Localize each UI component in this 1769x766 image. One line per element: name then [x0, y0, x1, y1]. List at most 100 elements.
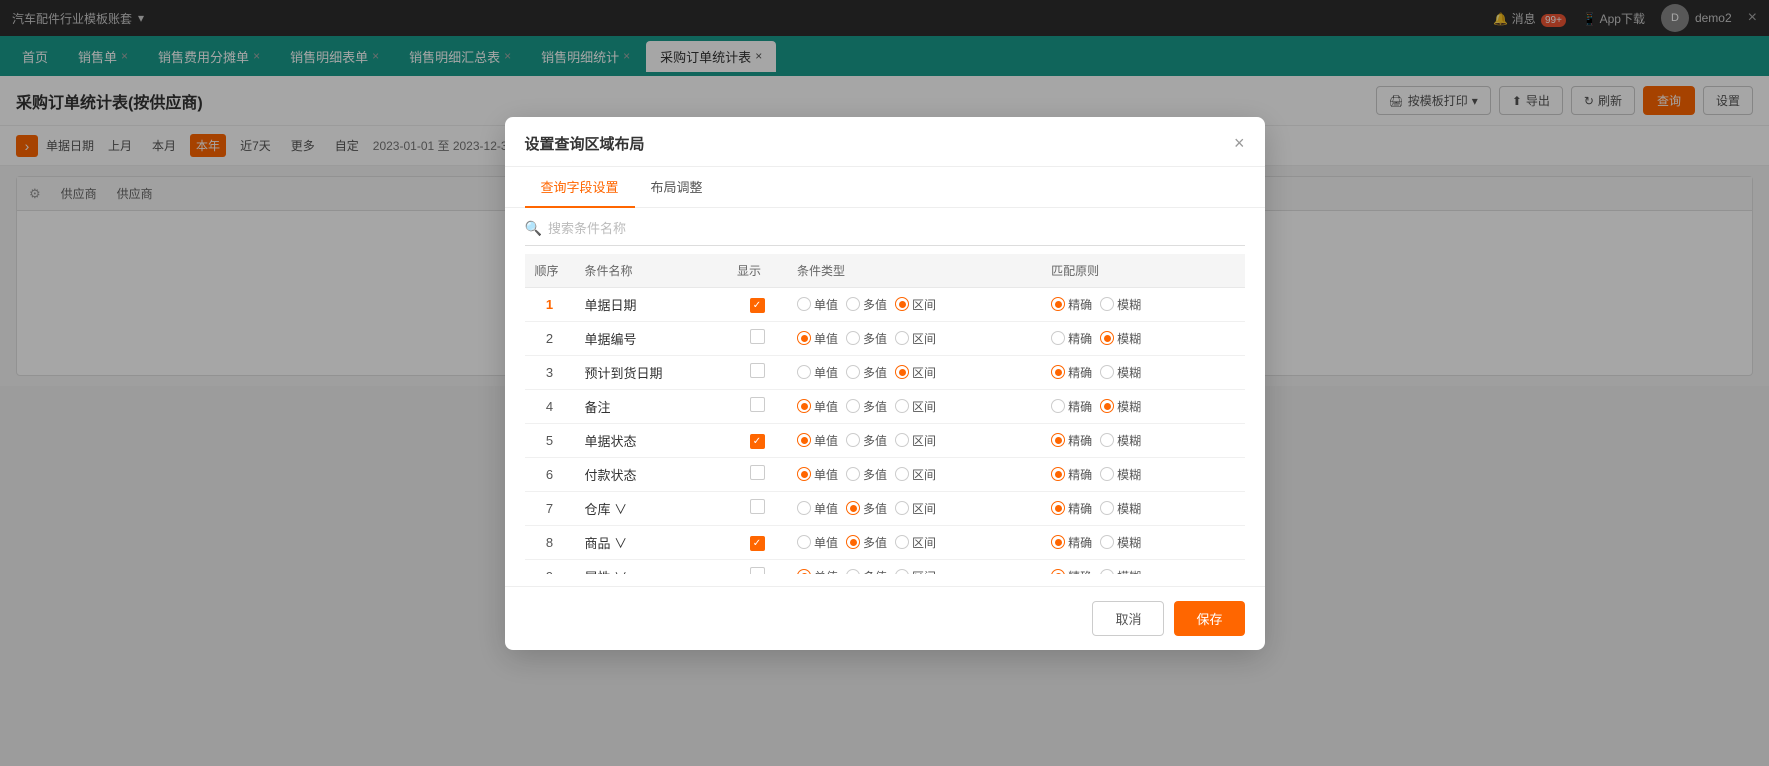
- radio-circle-match-精确-4[interactable]: [1051, 433, 1065, 447]
- radio-type-多值-8[interactable]: 多值: [846, 568, 887, 574]
- radio-circle-type-单值-1[interactable]: [797, 331, 811, 345]
- radio-circle-match-精确-0[interactable]: [1051, 297, 1065, 311]
- radio-circle-type-区间-5[interactable]: [895, 467, 909, 481]
- radio-type-区间-5[interactable]: 区间: [895, 466, 936, 483]
- radio-circle-type-多值-4[interactable]: [846, 433, 860, 447]
- radio-type-单值-2[interactable]: 单值: [797, 364, 838, 381]
- radio-circle-match-精确-5[interactable]: [1051, 467, 1065, 481]
- radio-match-精确-2[interactable]: 精确: [1051, 364, 1092, 381]
- radio-circle-match-模糊-3[interactable]: [1100, 399, 1114, 413]
- dialog-tab-query[interactable]: 查询字段设置: [525, 167, 635, 208]
- radio-match-精确-0[interactable]: 精确: [1051, 296, 1092, 313]
- radio-circle-type-区间-8[interactable]: [895, 569, 909, 574]
- dialog-tab-layout[interactable]: 布局调整: [635, 167, 719, 208]
- radio-match-模糊-1[interactable]: 模糊: [1100, 330, 1141, 347]
- radio-circle-match-精确-6[interactable]: [1051, 501, 1065, 515]
- radio-circle-type-区间-7[interactable]: [895, 535, 909, 549]
- radio-circle-type-区间-6[interactable]: [895, 501, 909, 515]
- radio-match-精确-6[interactable]: 精确: [1051, 500, 1092, 517]
- radio-circle-match-精确-1[interactable]: [1051, 331, 1065, 345]
- radio-circle-type-单值-6[interactable]: [797, 501, 811, 515]
- search-input[interactable]: [548, 221, 748, 236]
- radio-match-模糊-4[interactable]: 模糊: [1100, 432, 1141, 449]
- radio-type-区间-1[interactable]: 区间: [895, 330, 936, 347]
- display-checkbox-4[interactable]: [750, 434, 765, 449]
- radio-circle-type-多值-7[interactable]: [846, 535, 860, 549]
- radio-circle-type-多值-3[interactable]: [846, 399, 860, 413]
- radio-type-单值-8[interactable]: 单值: [797, 568, 838, 574]
- radio-match-模糊-5[interactable]: 模糊: [1100, 466, 1141, 483]
- radio-type-区间-6[interactable]: 区间: [895, 500, 936, 517]
- radio-circle-type-多值-1[interactable]: [846, 331, 860, 345]
- dialog-close-button[interactable]: ×: [1234, 134, 1245, 152]
- radio-circle-match-模糊-0[interactable]: [1100, 297, 1114, 311]
- radio-type-单值-1[interactable]: 单值: [797, 330, 838, 347]
- radio-match-精确-5[interactable]: 精确: [1051, 466, 1092, 483]
- radio-type-多值-6[interactable]: 多值: [846, 500, 887, 517]
- display-checkbox-3[interactable]: [750, 397, 765, 412]
- radio-circle-type-区间-1[interactable]: [895, 331, 909, 345]
- radio-type-单值-5[interactable]: 单值: [797, 466, 838, 483]
- radio-match-精确-8[interactable]: 精确: [1051, 568, 1092, 574]
- radio-type-单值-3[interactable]: 单值: [797, 398, 838, 415]
- radio-type-区间-0[interactable]: 区间: [895, 296, 936, 313]
- radio-circle-type-多值-2[interactable]: [846, 365, 860, 379]
- radio-circle-type-单值-8[interactable]: [797, 569, 811, 574]
- radio-circle-match-模糊-4[interactable]: [1100, 433, 1114, 447]
- radio-type-多值-0[interactable]: 多值: [846, 296, 887, 313]
- radio-match-模糊-6[interactable]: 模糊: [1100, 500, 1141, 517]
- radio-circle-match-模糊-5[interactable]: [1100, 467, 1114, 481]
- radio-circle-type-区间-2[interactable]: [895, 365, 909, 379]
- radio-match-模糊-0[interactable]: 模糊: [1100, 296, 1141, 313]
- radio-match-精确-3[interactable]: 精确: [1051, 398, 1092, 415]
- radio-circle-type-区间-0[interactable]: [895, 297, 909, 311]
- radio-circle-type-单值-0[interactable]: [797, 297, 811, 311]
- cancel-button[interactable]: 取消: [1092, 601, 1164, 636]
- save-button[interactable]: 保存: [1174, 601, 1244, 636]
- radio-type-区间-3[interactable]: 区间: [895, 398, 936, 415]
- radio-type-单值-0[interactable]: 单值: [797, 296, 838, 313]
- radio-circle-match-模糊-7[interactable]: [1100, 535, 1114, 549]
- radio-match-精确-1[interactable]: 精确: [1051, 330, 1092, 347]
- radio-type-区间-4[interactable]: 区间: [895, 432, 936, 449]
- radio-type-多值-3[interactable]: 多值: [846, 398, 887, 415]
- radio-match-模糊-8[interactable]: 模糊: [1100, 568, 1141, 574]
- radio-type-区间-2[interactable]: 区间: [895, 364, 936, 381]
- radio-match-模糊-2[interactable]: 模糊: [1100, 364, 1141, 381]
- display-checkbox-6[interactable]: [750, 499, 765, 514]
- radio-type-多值-2[interactable]: 多值: [846, 364, 887, 381]
- radio-match-精确-4[interactable]: 精确: [1051, 432, 1092, 449]
- radio-circle-match-精确-2[interactable]: [1051, 365, 1065, 379]
- radio-circle-type-单值-7[interactable]: [797, 535, 811, 549]
- radio-circle-type-多值-8[interactable]: [846, 569, 860, 574]
- radio-circle-type-区间-3[interactable]: [895, 399, 909, 413]
- radio-type-多值-7[interactable]: 多值: [846, 534, 887, 551]
- display-checkbox-2[interactable]: [750, 363, 765, 378]
- radio-circle-type-单值-4[interactable]: [797, 433, 811, 447]
- radio-type-区间-8[interactable]: 区间: [895, 568, 936, 574]
- radio-circle-type-单值-5[interactable]: [797, 467, 811, 481]
- radio-circle-type-单值-2[interactable]: [797, 365, 811, 379]
- radio-type-多值-4[interactable]: 多值: [846, 432, 887, 449]
- display-checkbox-5[interactable]: [750, 465, 765, 480]
- radio-type-多值-1[interactable]: 多值: [846, 330, 887, 347]
- radio-circle-match-模糊-2[interactable]: [1100, 365, 1114, 379]
- radio-match-模糊-3[interactable]: 模糊: [1100, 398, 1141, 415]
- radio-circle-match-精确-8[interactable]: [1051, 569, 1065, 574]
- radio-type-区间-7[interactable]: 区间: [895, 534, 936, 551]
- display-checkbox-7[interactable]: [750, 536, 765, 551]
- radio-circle-type-多值-0[interactable]: [846, 297, 860, 311]
- radio-type-单值-4[interactable]: 单值: [797, 432, 838, 449]
- radio-circle-match-精确-3[interactable]: [1051, 399, 1065, 413]
- radio-circle-type-多值-5[interactable]: [846, 467, 860, 481]
- radio-circle-type-单值-3[interactable]: [797, 399, 811, 413]
- radio-type-单值-6[interactable]: 单值: [797, 500, 838, 517]
- radio-circle-type-区间-4[interactable]: [895, 433, 909, 447]
- radio-circle-match-模糊-8[interactable]: [1100, 569, 1114, 574]
- radio-type-单值-7[interactable]: 单值: [797, 534, 838, 551]
- radio-circle-match-精确-7[interactable]: [1051, 535, 1065, 549]
- display-checkbox-0[interactable]: [750, 298, 765, 313]
- radio-circle-match-模糊-6[interactable]: [1100, 501, 1114, 515]
- radio-match-精确-7[interactable]: 精确: [1051, 534, 1092, 551]
- radio-circle-type-多值-6[interactable]: [846, 501, 860, 515]
